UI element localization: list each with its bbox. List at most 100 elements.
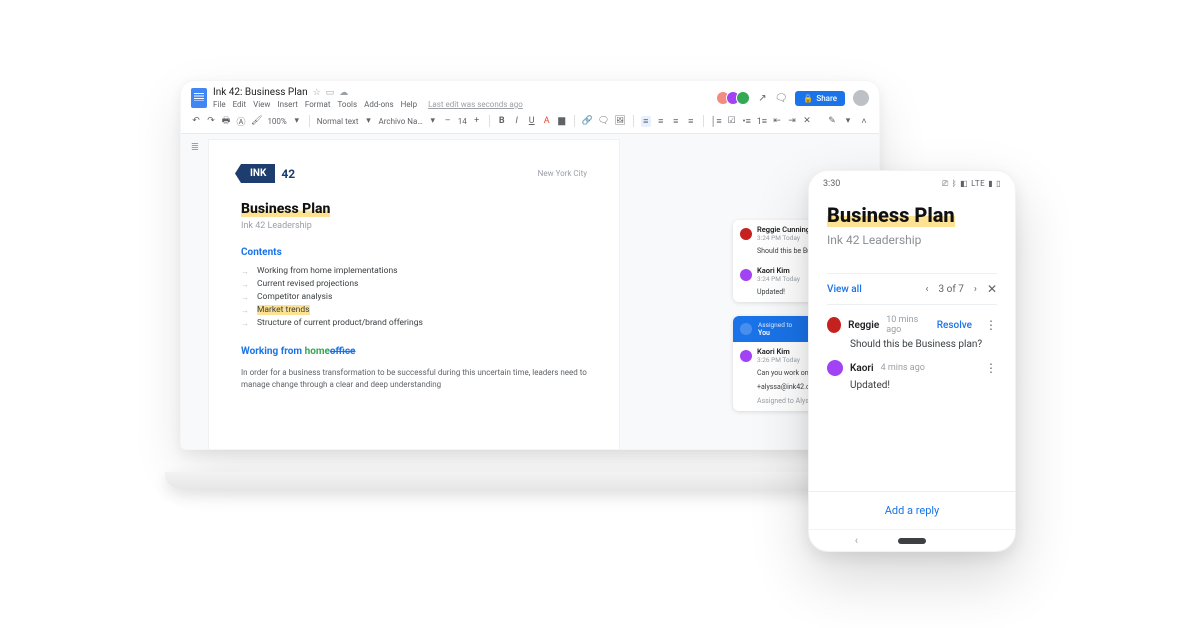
- document-body: ≣ INK 42 New York City Business Plan Ink…: [181, 134, 879, 449]
- body-paragraph[interactable]: In order for a business transformation t…: [241, 367, 587, 391]
- presence-avatars[interactable]: [720, 91, 750, 105]
- comment-author: Kaori: [850, 363, 874, 374]
- numbered-list-icon[interactable]: 1≡: [757, 116, 767, 127]
- menu-edit[interactable]: Edit: [233, 100, 247, 109]
- title-wrap: Ink 42: Business Plan ☆ ▭ ☁ File Edit Vi…: [213, 87, 714, 109]
- highlight-icon[interactable]: ▆: [557, 116, 567, 126]
- comment-time: 4 mins ago: [881, 363, 925, 373]
- comment-nav: ‹ 3 of 7 › ✕: [926, 282, 997, 296]
- comment-thread: Reggie 10 mins ago Resolve ⋮ Should this…: [827, 305, 997, 401]
- style-select[interactable]: Normal text: [317, 117, 359, 126]
- section-heading[interactable]: Working from homeoffice: [241, 346, 587, 357]
- image-icon[interactable]: 🖼: [614, 116, 625, 126]
- toc-label: Structure of current product/brand offer…: [257, 318, 423, 328]
- undo-icon[interactable]: ↶: [191, 116, 201, 126]
- toc-item[interactable]: →Competitor analysis: [241, 292, 587, 302]
- page-subtitle[interactable]: Ink 42 Leadership: [241, 221, 587, 231]
- toc-label: Current revised projections: [257, 279, 358, 289]
- clear-format-icon[interactable]: ✕: [802, 116, 812, 126]
- menu-insert[interactable]: Insert: [277, 100, 298, 109]
- prev-comment-icon[interactable]: ‹: [926, 284, 929, 295]
- home-pill[interactable]: [898, 538, 926, 544]
- last-edit-link[interactable]: Last edit was seconds ago: [428, 100, 523, 109]
- redo-icon[interactable]: ↷: [206, 116, 216, 126]
- network-label: LTE: [971, 179, 985, 189]
- font-size[interactable]: 14: [458, 117, 467, 126]
- cloud-icon[interactable]: ☁: [339, 88, 348, 98]
- paint-format-icon[interactable]: 🖌: [251, 116, 262, 126]
- toc-label: Working from home implementations: [257, 266, 398, 276]
- line-spacing-icon[interactable]: │≡: [711, 116, 722, 127]
- checklist-icon[interactable]: ☑: [727, 116, 737, 126]
- toc-item[interactable]: →Current revised projections: [241, 279, 587, 289]
- align-justify-icon[interactable]: ≡: [686, 116, 696, 127]
- text-color-icon[interactable]: A: [542, 116, 552, 126]
- add-comment-icon[interactable]: 🗨: [598, 116, 609, 126]
- view-all-link[interactable]: View all: [827, 284, 862, 295]
- star-icon[interactable]: ☆: [313, 88, 321, 98]
- menu-tools[interactable]: Tools: [338, 100, 358, 109]
- menu-bar: File Edit View Insert Format Tools Add-o…: [213, 100, 714, 109]
- menu-help[interactable]: Help: [401, 100, 417, 109]
- more-icon[interactable]: ⋮: [985, 318, 997, 332]
- move-icon[interactable]: ▭: [326, 88, 335, 98]
- lock-icon: 🔒: [803, 94, 813, 103]
- page-subtitle[interactable]: Ink 42 Leadership: [827, 233, 997, 247]
- italic-icon[interactable]: I: [512, 116, 522, 126]
- font-size-dec[interactable]: –: [443, 116, 453, 126]
- chevron-down-icon[interactable]: ▾: [364, 116, 374, 126]
- underline-icon[interactable]: U: [527, 116, 537, 126]
- print-icon[interactable]: 🖶: [221, 113, 231, 129]
- document-title[interactable]: Ink 42: Business Plan: [213, 87, 308, 98]
- formatting-toolbar: ↶ ↷ 🖶 Ⓐ 🖌 100% ▾ Normal text ▾ Archivo Na……: [181, 109, 879, 134]
- align-left-icon[interactable]: ≡: [641, 116, 651, 127]
- page-title[interactable]: Business Plan: [827, 203, 955, 227]
- toc-item[interactable]: →Structure of current product/brand offe…: [241, 318, 587, 328]
- avatar: [740, 323, 752, 335]
- align-center-icon[interactable]: ≡: [656, 116, 666, 127]
- share-button[interactable]: 🔒 Share: [795, 91, 845, 106]
- page-title[interactable]: Business Plan: [241, 201, 330, 217]
- font-size-inc[interactable]: +: [472, 116, 482, 126]
- next-comment-icon[interactable]: ›: [974, 284, 977, 295]
- menu-view[interactable]: View: [253, 100, 270, 109]
- outline-toggle-icon[interactable]: ≣: [191, 142, 199, 449]
- bold-icon[interactable]: B: [497, 116, 507, 126]
- chevron-down-icon[interactable]: ▾: [292, 116, 302, 126]
- history-icon[interactable]: ↗: [758, 93, 766, 104]
- link-icon[interactable]: 🔗: [582, 116, 593, 126]
- bulleted-list-icon[interactable]: •≡: [742, 116, 752, 127]
- titlebar-right: ↗ 🗨 🔒 Share: [720, 90, 869, 106]
- phone-document[interactable]: Business Plan Ink 42 Leadership View all…: [809, 193, 1015, 491]
- comments-icon[interactable]: 🗨: [775, 93, 788, 104]
- editing-mode-icon[interactable]: ✎: [827, 116, 837, 127]
- more-icon[interactable]: ⋮: [985, 361, 997, 375]
- resolve-button[interactable]: Resolve: [937, 320, 972, 331]
- toc-item[interactable]: →Working from home implementations: [241, 266, 587, 276]
- comment-author: Reggie: [848, 320, 879, 331]
- chevron-down-icon[interactable]: ▾: [428, 116, 438, 126]
- back-icon[interactable]: ‹: [855, 534, 858, 547]
- indent-inc-icon[interactable]: ⇥: [787, 116, 797, 126]
- zoom-select[interactable]: 100%: [267, 117, 286, 126]
- close-icon[interactable]: ✕: [987, 282, 997, 296]
- avatar: [740, 228, 752, 240]
- account-avatar[interactable]: [853, 90, 869, 106]
- add-reply-button[interactable]: Add a reply: [809, 491, 1015, 529]
- titlebar: Ink 42: Business Plan ☆ ▭ ☁ File Edit Vi…: [181, 81, 879, 109]
- menu-addons[interactable]: Add-ons: [364, 100, 394, 109]
- menu-format[interactable]: Format: [305, 100, 331, 109]
- chevron-down-icon[interactable]: ▾: [843, 116, 853, 127]
- docs-app-icon[interactable]: [191, 88, 207, 108]
- collapse-icon[interactable]: ˄: [859, 116, 869, 127]
- indent-dec-icon[interactable]: ⇤: [772, 116, 782, 126]
- spellcheck-icon[interactable]: Ⓐ: [236, 115, 246, 128]
- align-right-icon[interactable]: ≡: [671, 116, 681, 127]
- font-select[interactable]: Archivo Na…: [379, 117, 423, 126]
- menu-file[interactable]: File: [213, 100, 226, 109]
- toc-item[interactable]: →Market trends: [241, 305, 587, 315]
- presence-avatar[interactable]: [736, 91, 750, 105]
- status-bar: 3:30 ⎚ ᛒ ◧ LTE ▮ ▯: [809, 171, 1015, 193]
- contents-heading[interactable]: Contents: [241, 247, 587, 258]
- document-page[interactable]: INK 42 New York City Business Plan Ink 4…: [209, 140, 619, 449]
